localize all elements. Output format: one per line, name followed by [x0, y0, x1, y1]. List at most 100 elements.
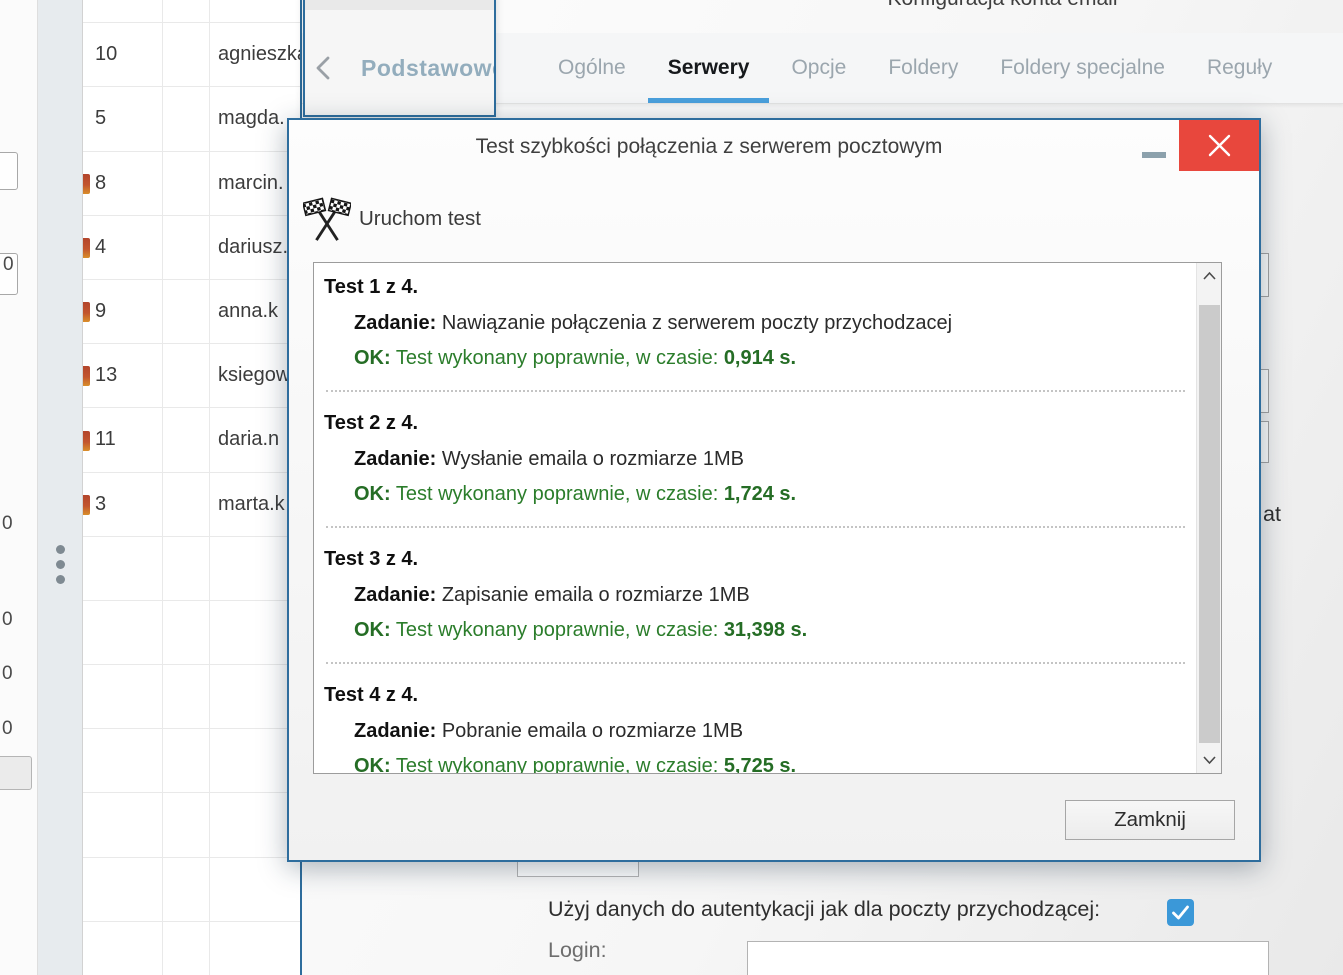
tab-serwery[interactable]: Serwery — [647, 33, 770, 103]
tab-ogolne[interactable]: Ogólne — [538, 33, 646, 103]
separator — [326, 662, 1185, 664]
splitter-strip[interactable] — [37, 0, 83, 975]
left-background-panel: 0 0 0 0 0 — [0, 0, 37, 975]
test-result: OK: Test wykonany poprawnie, w czasie: 3… — [354, 619, 808, 641]
row-empty-cell — [163, 0, 210, 23]
separator — [326, 526, 1185, 528]
test-task: Zadanie: Nawiązanie połączenia z serwere… — [354, 312, 953, 334]
table-row-empty[interactable] — [83, 536, 300, 601]
checkmark-icon — [1172, 905, 1189, 920]
button-fragment[interactable] — [0, 756, 32, 790]
spinner-value: 0 — [3, 254, 14, 275]
row-name: agnieszka — [218, 43, 300, 66]
table-row[interactable]: 13 ksiegow — [83, 344, 300, 409]
zamknij-label: Zamknij — [1114, 808, 1186, 831]
table-row[interactable]: 10 agnieszka — [83, 23, 300, 88]
row-id: 13 — [83, 344, 163, 408]
run-test-label: Uruchom test — [359, 207, 481, 230]
dialog-title: Test szybkości połączenia z serwerem poc… — [475, 135, 943, 158]
test-results-content: Test 1 z 4. Zadanie: Nawiązanie połączen… — [314, 263, 1195, 773]
table-row-empty[interactable] — [83, 921, 300, 975]
table-row-empty[interactable] — [83, 729, 300, 794]
row-empty-cell — [163, 472, 210, 536]
spinner-input-fragment[interactable] — [0, 152, 18, 190]
side-window-title: Podstawowe — [361, 55, 496, 81]
scrollbar[interactable] — [1196, 263, 1221, 773]
speed-test-dialog: Test szybkości połączenia z serwerem poc… — [287, 118, 1261, 862]
users-table: 2 admin_c 10 agnieszka 5 magda. 8 marcin… — [83, 0, 300, 975]
test-header: Test 4 z 4. — [324, 684, 419, 706]
row-id: 5 — [83, 87, 163, 151]
row-icon-fragment — [83, 366, 90, 386]
row-empty-cell — [163, 344, 210, 408]
test-header: Test 3 z 4. — [324, 548, 419, 570]
spinner-value: 0 — [2, 663, 13, 684]
table-row-empty[interactable] — [83, 665, 300, 730]
tab-foldery-specjalne[interactable]: Foldery specjalne — [980, 33, 1185, 103]
row-id: 9 — [83, 279, 163, 344]
active-tab-underline — [647, 98, 770, 103]
test-result: OK: Test wykonany poprawnie, w czasie: 0… — [354, 347, 797, 369]
test-result: OK: Test wykonany poprawnie, w czasie: 1… — [354, 483, 797, 505]
row-empty-cell — [163, 87, 210, 151]
run-test-button[interactable]: Uruchom test — [303, 194, 481, 244]
row-icon-fragment — [83, 238, 90, 258]
checkered-flags-icon — [303, 197, 351, 241]
row-id: 2 — [83, 0, 163, 23]
test-result-item: Test 3 z 4. Zadanie: Zapisanie emaila o … — [324, 548, 1187, 664]
test-task: Zadanie: Zapisanie emaila o rozmiarze 1M… — [354, 584, 750, 606]
table-row[interactable]: 2 admin_c — [83, 0, 300, 24]
side-window-header — [305, 0, 494, 10]
row-name: admin_c — [210, 0, 300, 22]
row-empty-cell — [163, 408, 210, 472]
spinner-value: 0 — [2, 718, 13, 739]
row-id: 4 — [83, 215, 163, 279]
scrollbar-thumb[interactable] — [1199, 305, 1220, 743]
table-row[interactable]: 9 anna.k — [83, 279, 300, 345]
login-label: Login: — [548, 938, 607, 962]
row-id: 11 — [83, 408, 163, 472]
row-empty-cell — [163, 279, 210, 344]
separator — [326, 390, 1185, 392]
label-fragment: at — [1263, 502, 1281, 526]
close-button[interactable] — [1179, 120, 1259, 171]
config-window-title: Konfiguracja konta email — [865, 0, 1140, 18]
test-result-item: Test 2 z 4. Zadanie: Wysłanie emaila o r… — [324, 412, 1187, 528]
row-icon-fragment — [83, 174, 90, 194]
login-input[interactable] — [747, 941, 1269, 975]
test-result-item: Test 1 z 4. Zadanie: Nawiązanie połączen… — [324, 276, 1187, 392]
auth-checkbox[interactable] — [1167, 899, 1194, 926]
row-empty-cell — [163, 151, 210, 215]
table-row[interactable]: 4 dariusz. — [83, 215, 300, 280]
zamknij-button[interactable]: Zamknij — [1065, 800, 1235, 840]
auth-checkbox-label: Użyj danych do autentykacji jak dla pocz… — [548, 897, 1101, 921]
table-row-empty[interactable] — [83, 857, 300, 922]
side-window: Podstawowe — [303, 0, 496, 117]
table-row-empty[interactable] — [83, 600, 300, 666]
row-icon-fragment — [83, 431, 90, 451]
test-result-item: Test 4 z 4. Zadanie: Pobranie emaila o r… — [324, 684, 1187, 773]
test-header: Test 1 z 4. — [324, 276, 419, 298]
spinner-input-fragment[interactable]: 0 — [0, 253, 18, 295]
tab-opcje[interactable]: Opcje — [771, 33, 866, 103]
row-id: 8 — [83, 151, 163, 215]
chevron-left-icon[interactable] — [313, 54, 333, 82]
test-results-list[interactable]: Test 1 z 4. Zadanie: Nawiązanie połączen… — [313, 262, 1222, 774]
table-row[interactable]: 3 marta.k — [83, 472, 300, 537]
tab-foldery[interactable]: Foldery — [868, 33, 978, 103]
row-id: 10 — [83, 23, 163, 87]
table-row[interactable]: 11 daria.n — [83, 408, 300, 473]
table-row[interactable]: 8 marcin. — [83, 151, 300, 216]
table-row[interactable]: 5 magda. — [83, 87, 300, 152]
chevron-down-icon[interactable] — [1197, 748, 1221, 773]
row-empty-cell — [163, 23, 210, 87]
chevron-up-icon[interactable] — [1197, 263, 1221, 288]
test-task: Zadanie: Wysłanie emaila o rozmiarze 1MB — [354, 448, 744, 470]
minimize-button[interactable] — [1142, 152, 1166, 158]
x-icon — [1208, 134, 1230, 157]
table-row-empty[interactable] — [83, 793, 300, 858]
tab-reguly[interactable]: Reguły — [1187, 33, 1292, 103]
spinner-value: 0 — [2, 609, 13, 630]
test-task: Zadanie: Pobranie emaila o rozmiarze 1MB — [354, 720, 744, 742]
row-icon-fragment — [83, 495, 90, 515]
